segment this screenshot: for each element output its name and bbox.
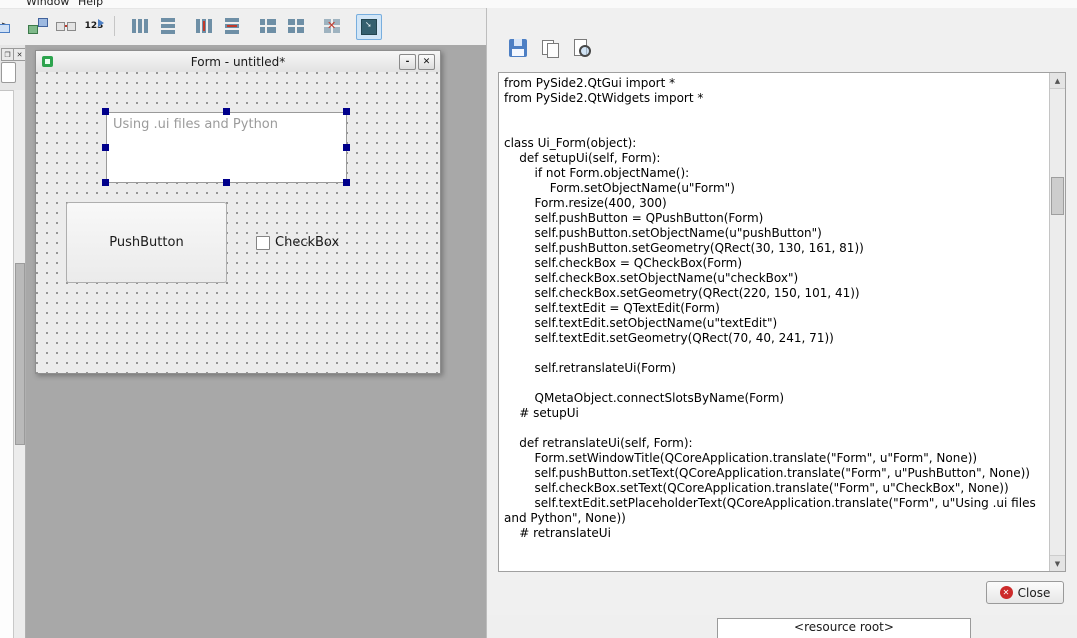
selection-handle-middle-left[interactable] (102, 144, 109, 151)
edit-tab-order-icon: 123 (85, 21, 104, 31)
close-button[interactable]: Close (986, 581, 1064, 604)
menu-help[interactable]: Help (78, 0, 103, 8)
widget-filter-input[interactable] (1, 62, 16, 83)
layout-grid-button[interactable] (284, 14, 308, 38)
main-toolbar: 123 (0, 9, 486, 45)
pushbutton-label: PushButton (109, 235, 183, 250)
layout-splitter-horizontal-button[interactable] (192, 14, 216, 38)
selection-handle-bottom-left[interactable] (102, 179, 109, 186)
edit-widgets-button[interactable] (0, 14, 18, 38)
form-editor-window: Form - untitled* - ✕ Using .ui files and… (35, 50, 441, 374)
resource-tree[interactable]: <resource root> (717, 618, 971, 638)
save-icon (509, 39, 527, 57)
resource-browser-panel: <resource root> (486, 615, 1077, 638)
copy-icon (541, 39, 559, 57)
form-minimize-button[interactable]: - (399, 54, 416, 70)
close-icon (1000, 586, 1013, 599)
adjust-size-icon (361, 19, 377, 35)
resource-root-item[interactable]: <resource root> (794, 620, 894, 638)
layout-splitter-vertical-button[interactable] (220, 14, 244, 38)
selection-handle-top-left[interactable] (102, 108, 109, 115)
textedit-placeholder: Using .ui files and Python (113, 117, 346, 132)
widget-list[interactable] (0, 90, 13, 638)
layout-grid-icon (288, 19, 304, 33)
widget-box-scrollbar[interactable] (13, 90, 26, 638)
break-layout-button[interactable] (320, 14, 344, 38)
edit-signals-slots-button[interactable] (26, 14, 50, 38)
find-icon (573, 39, 591, 57)
widget-box-panel (0, 45, 26, 638)
layout-vertical-icon (161, 18, 175, 34)
layout-form-button[interactable] (256, 14, 280, 38)
layout-form-icon (260, 19, 276, 33)
scroll-down-arrow-icon[interactable] (1050, 555, 1065, 571)
menu-window[interactable]: Window (26, 0, 69, 8)
save-button[interactable] (506, 36, 530, 60)
checkbox-widget[interactable]: CheckBox (256, 222, 357, 263)
selection-handle-top-middle[interactable] (223, 108, 230, 115)
adjust-size-button[interactable] (356, 14, 382, 40)
pushbutton-widget[interactable]: PushButton (66, 202, 227, 283)
form-window-title: Form - untitled* (36, 55, 440, 69)
layout-vertical-button[interactable] (156, 14, 180, 38)
edit-buddies-icon (56, 19, 76, 33)
code-text: from PySide2.QtGui import * from PySide2… (499, 73, 1049, 571)
code-scrollbar[interactable] (1049, 73, 1065, 571)
layout-splitter-horizontal-icon (196, 19, 212, 33)
edit-widgets-icon (0, 18, 14, 34)
layout-splitter-vertical-icon (225, 18, 239, 34)
form-window-titlebar[interactable]: Form - untitled* - ✕ (36, 51, 440, 73)
find-button[interactable] (570, 36, 594, 60)
checkbox-indicator[interactable] (256, 236, 270, 250)
dock-close-button[interactable] (13, 48, 26, 61)
form-close-button[interactable]: ✕ (418, 54, 435, 70)
edit-tab-order-button[interactable]: 123 (82, 14, 106, 38)
scroll-up-arrow-icon[interactable] (1050, 73, 1065, 89)
selection-handle-top-right[interactable] (343, 108, 350, 115)
form-window-icon (42, 56, 53, 67)
code-preview-panel: from PySide2.QtGui import * from PySide2… (486, 8, 1077, 615)
edit-signals-slots-icon (28, 18, 48, 34)
selection-handle-middle-right[interactable] (343, 144, 350, 151)
widget-box-scrollbar-thumb[interactable] (15, 263, 25, 445)
selection-handle-bottom-right[interactable] (343, 179, 350, 186)
break-layout-icon (324, 19, 340, 33)
textedit-widget[interactable]: Using .ui files and Python (106, 112, 347, 183)
edit-buddies-button[interactable] (54, 14, 78, 38)
layout-horizontal-button[interactable] (128, 14, 152, 38)
checkbox-label: CheckBox (275, 235, 339, 250)
copy-button[interactable] (538, 36, 562, 60)
mdi-area: Form - untitled* - ✕ Using .ui files and… (26, 45, 486, 638)
close-button-label: Close (1018, 586, 1051, 600)
layout-horizontal-icon (132, 19, 148, 33)
selection-handle-bottom-middle[interactable] (223, 179, 230, 186)
qt-designer-window: Window Help 123 Form - untitle (0, 0, 1077, 638)
form-canvas[interactable]: Using .ui files and Python PushButton Ch… (36, 72, 440, 373)
code-scrollbar-thumb[interactable] (1051, 177, 1064, 215)
code-view[interactable]: from PySide2.QtGui import * from PySide2… (498, 72, 1066, 572)
toolbar-separator (114, 16, 115, 36)
